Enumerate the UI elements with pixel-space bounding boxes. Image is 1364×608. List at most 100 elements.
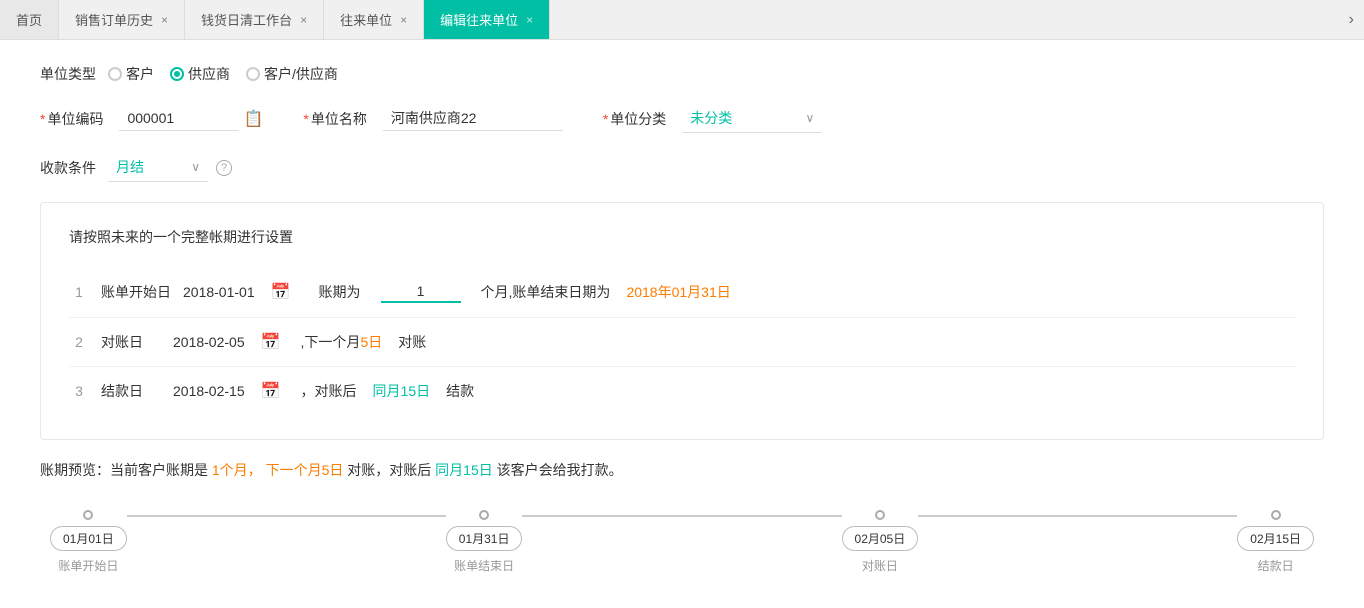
- unit-code-input[interactable]: [119, 106, 239, 131]
- payment-terms-label: 收款条件: [40, 158, 96, 178]
- period-label-2: 对账日: [101, 332, 161, 352]
- payment-terms-help-icon[interactable]: ?: [216, 160, 232, 176]
- tab-edit-counterparty-label: 编辑往来单位: [440, 10, 518, 29]
- unit-code-label: 单位编码: [47, 109, 103, 129]
- timeline-node-2: 01月31日 账单结束日: [446, 504, 523, 574]
- timeline-line-1: [127, 515, 446, 517]
- radio-both[interactable]: 客户/供应商: [246, 64, 338, 84]
- radio-customer[interactable]: 客户: [108, 64, 154, 84]
- period-date-2: 2018-02-05: [173, 334, 245, 350]
- unit-code-calendar-icon[interactable]: 📋: [243, 109, 263, 129]
- period-cal-1[interactable]: 📅: [271, 282, 291, 302]
- period-period-label: 账期为: [319, 282, 361, 302]
- period-row-2: 2 对账日 2018-02-05 📅 ,下一个月5日 对账: [69, 318, 1295, 367]
- period-row2-pre: ,下一个月5日: [301, 332, 383, 352]
- timeline-dot-4: [1271, 510, 1281, 520]
- period-row-1: 1 账单开始日 2018-01-01 📅 账期为 个月,账单结束日期为 2018…: [69, 267, 1295, 318]
- radio-customer-circle: [108, 67, 122, 81]
- timeline-dot-3: [875, 510, 885, 520]
- payment-terms-chevron-icon: ∨: [191, 160, 200, 174]
- period-value-input[interactable]: [381, 281, 461, 303]
- period-date-3: 2018-02-15: [173, 383, 245, 399]
- unit-category-label: 单位分类: [610, 109, 666, 129]
- period-label-3: 结款日: [101, 381, 161, 401]
- period-row3-pre: ，对账后: [301, 381, 357, 401]
- preview-middle: 对账，对账后: [347, 462, 431, 478]
- preview-part1: 1个月，: [212, 462, 262, 478]
- radio-supplier-dot: [174, 71, 180, 77]
- unit-category-chevron-icon: ∨: [805, 111, 814, 125]
- period-cal-2[interactable]: 📅: [261, 332, 281, 352]
- timeline-label-1: 账单开始日: [58, 557, 118, 574]
- timeline-line-3: [918, 515, 1237, 517]
- timeline: 01月01日 账单开始日 01月31日 账单结束日 02月05日 对账日: [40, 504, 1324, 574]
- tab-edit-counterparty-close[interactable]: ×: [526, 13, 533, 27]
- unit-type-row: 单位类型 客户 供应商 客户/供应商: [40, 64, 1324, 84]
- tab-home-label: 首页: [16, 10, 42, 29]
- radio-customer-label: 客户: [126, 64, 154, 84]
- preview-suffix: 该客户会给我打款。: [497, 462, 623, 478]
- timeline-label-2: 账单结束日: [454, 557, 514, 574]
- radio-supplier-label: 供应商: [188, 64, 230, 84]
- unit-name-required: *: [303, 111, 308, 127]
- unit-name-label: 单位名称: [311, 109, 367, 129]
- tab-counterparty-label: 往来单位: [340, 10, 392, 29]
- tab-cashflow-close[interactable]: ×: [300, 13, 307, 27]
- tab-sales-history-label: 销售订单历史: [75, 10, 153, 29]
- radio-supplier[interactable]: 供应商: [170, 64, 230, 84]
- main-content: 单位类型 客户 供应商 客户/供应商 * 单位编码 📋: [0, 40, 1364, 608]
- tab-more-button[interactable]: ›: [1339, 0, 1364, 39]
- payment-terms-select[interactable]: 月结 ∨: [108, 153, 208, 182]
- period-num-1: 1: [69, 284, 89, 300]
- timeline-label-4: 结款日: [1258, 557, 1294, 574]
- period-row-3: 3 结款日 2018-02-15 📅 ，对账后 同月15日 结款: [69, 367, 1295, 415]
- period-row2-post: 对账: [398, 332, 426, 352]
- period-label-1: 账单开始日: [101, 282, 171, 302]
- tab-counterparty[interactable]: 往来单位 ×: [324, 0, 424, 39]
- period-settings-box: 请按照未来的一个完整帐期进行设置 1 账单开始日 2018-01-01 📅 账期…: [40, 202, 1324, 440]
- unit-code-required: *: [40, 111, 45, 127]
- timeline-dot-1: [83, 510, 93, 520]
- preview-prefix: 账期预览：当前客户账期是: [40, 462, 208, 478]
- period-row3-highlight: 同月15日: [373, 381, 431, 401]
- unit-category-required: *: [603, 111, 608, 127]
- timeline-dot-2: [479, 510, 489, 520]
- period-cal-3[interactable]: 📅: [261, 381, 281, 401]
- timeline-pill-1: 01月01日: [50, 526, 127, 551]
- period-end-date: 2018年01月31日: [626, 282, 730, 302]
- unit-type-label: 单位类型: [40, 64, 96, 84]
- tab-edit-counterparty[interactable]: 编辑往来单位 ×: [424, 0, 550, 39]
- timeline-pill-4: 02月15日: [1237, 526, 1314, 551]
- payment-terms-row: 收款条件 月结 ∨ ?: [40, 153, 1324, 182]
- timeline-node-1: 01月01日 账单开始日: [50, 504, 127, 574]
- unit-category-select[interactable]: 未分类 ∨: [682, 104, 822, 133]
- tab-sales-history[interactable]: 销售订单历史 ×: [59, 0, 185, 39]
- tab-bar: 首页 销售订单历史 × 钱货日清工作台 × 往来单位 × 编辑往来单位 × ›: [0, 0, 1364, 40]
- timeline-label-3: 对账日: [862, 557, 898, 574]
- tab-counterparty-close[interactable]: ×: [400, 13, 407, 27]
- radio-supplier-circle: [170, 67, 184, 81]
- preview-text: 账期预览：当前客户账期是 1个月， 下一个月5日 对账，对账后 同月15日 该客…: [40, 460, 1324, 480]
- unit-fields-row: * 单位编码 📋 * 单位名称 * 单位分类 未分类 ∨: [40, 104, 1324, 133]
- timeline-node-4: 02月15日 结款日: [1237, 504, 1314, 574]
- unit-name-input[interactable]: [383, 106, 563, 131]
- tab-sales-history-close[interactable]: ×: [161, 13, 168, 27]
- preview-part3: 同月15日: [435, 462, 493, 478]
- timeline-pill-2: 01月31日: [446, 526, 523, 551]
- preview-section: 账期预览：当前客户账期是 1个月， 下一个月5日 对账，对账后 同月15日 该客…: [40, 440, 1324, 574]
- unit-category-group: * 单位分类 未分类 ∨: [603, 104, 822, 133]
- timeline-node-3: 02月05日 对账日: [842, 504, 919, 574]
- period-title: 请按照未来的一个完整帐期进行设置: [69, 227, 1295, 247]
- unit-type-radio-group: 客户 供应商 客户/供应商: [108, 64, 338, 84]
- radio-both-label: 客户/供应商: [264, 64, 338, 84]
- tab-cashflow[interactable]: 钱货日清工作台 ×: [185, 0, 324, 39]
- period-row2-highlight: 5日: [360, 334, 382, 350]
- period-unit: 个月,账单结束日期为: [481, 282, 611, 302]
- tab-home[interactable]: 首页: [0, 0, 59, 39]
- period-date-1: 2018-01-01: [183, 284, 255, 300]
- payment-terms-value: 月结: [116, 157, 191, 177]
- radio-both-circle: [246, 67, 260, 81]
- period-num-2: 2: [69, 334, 89, 350]
- timeline-pill-3: 02月05日: [842, 526, 919, 551]
- unit-name-group: * 单位名称: [303, 106, 562, 131]
